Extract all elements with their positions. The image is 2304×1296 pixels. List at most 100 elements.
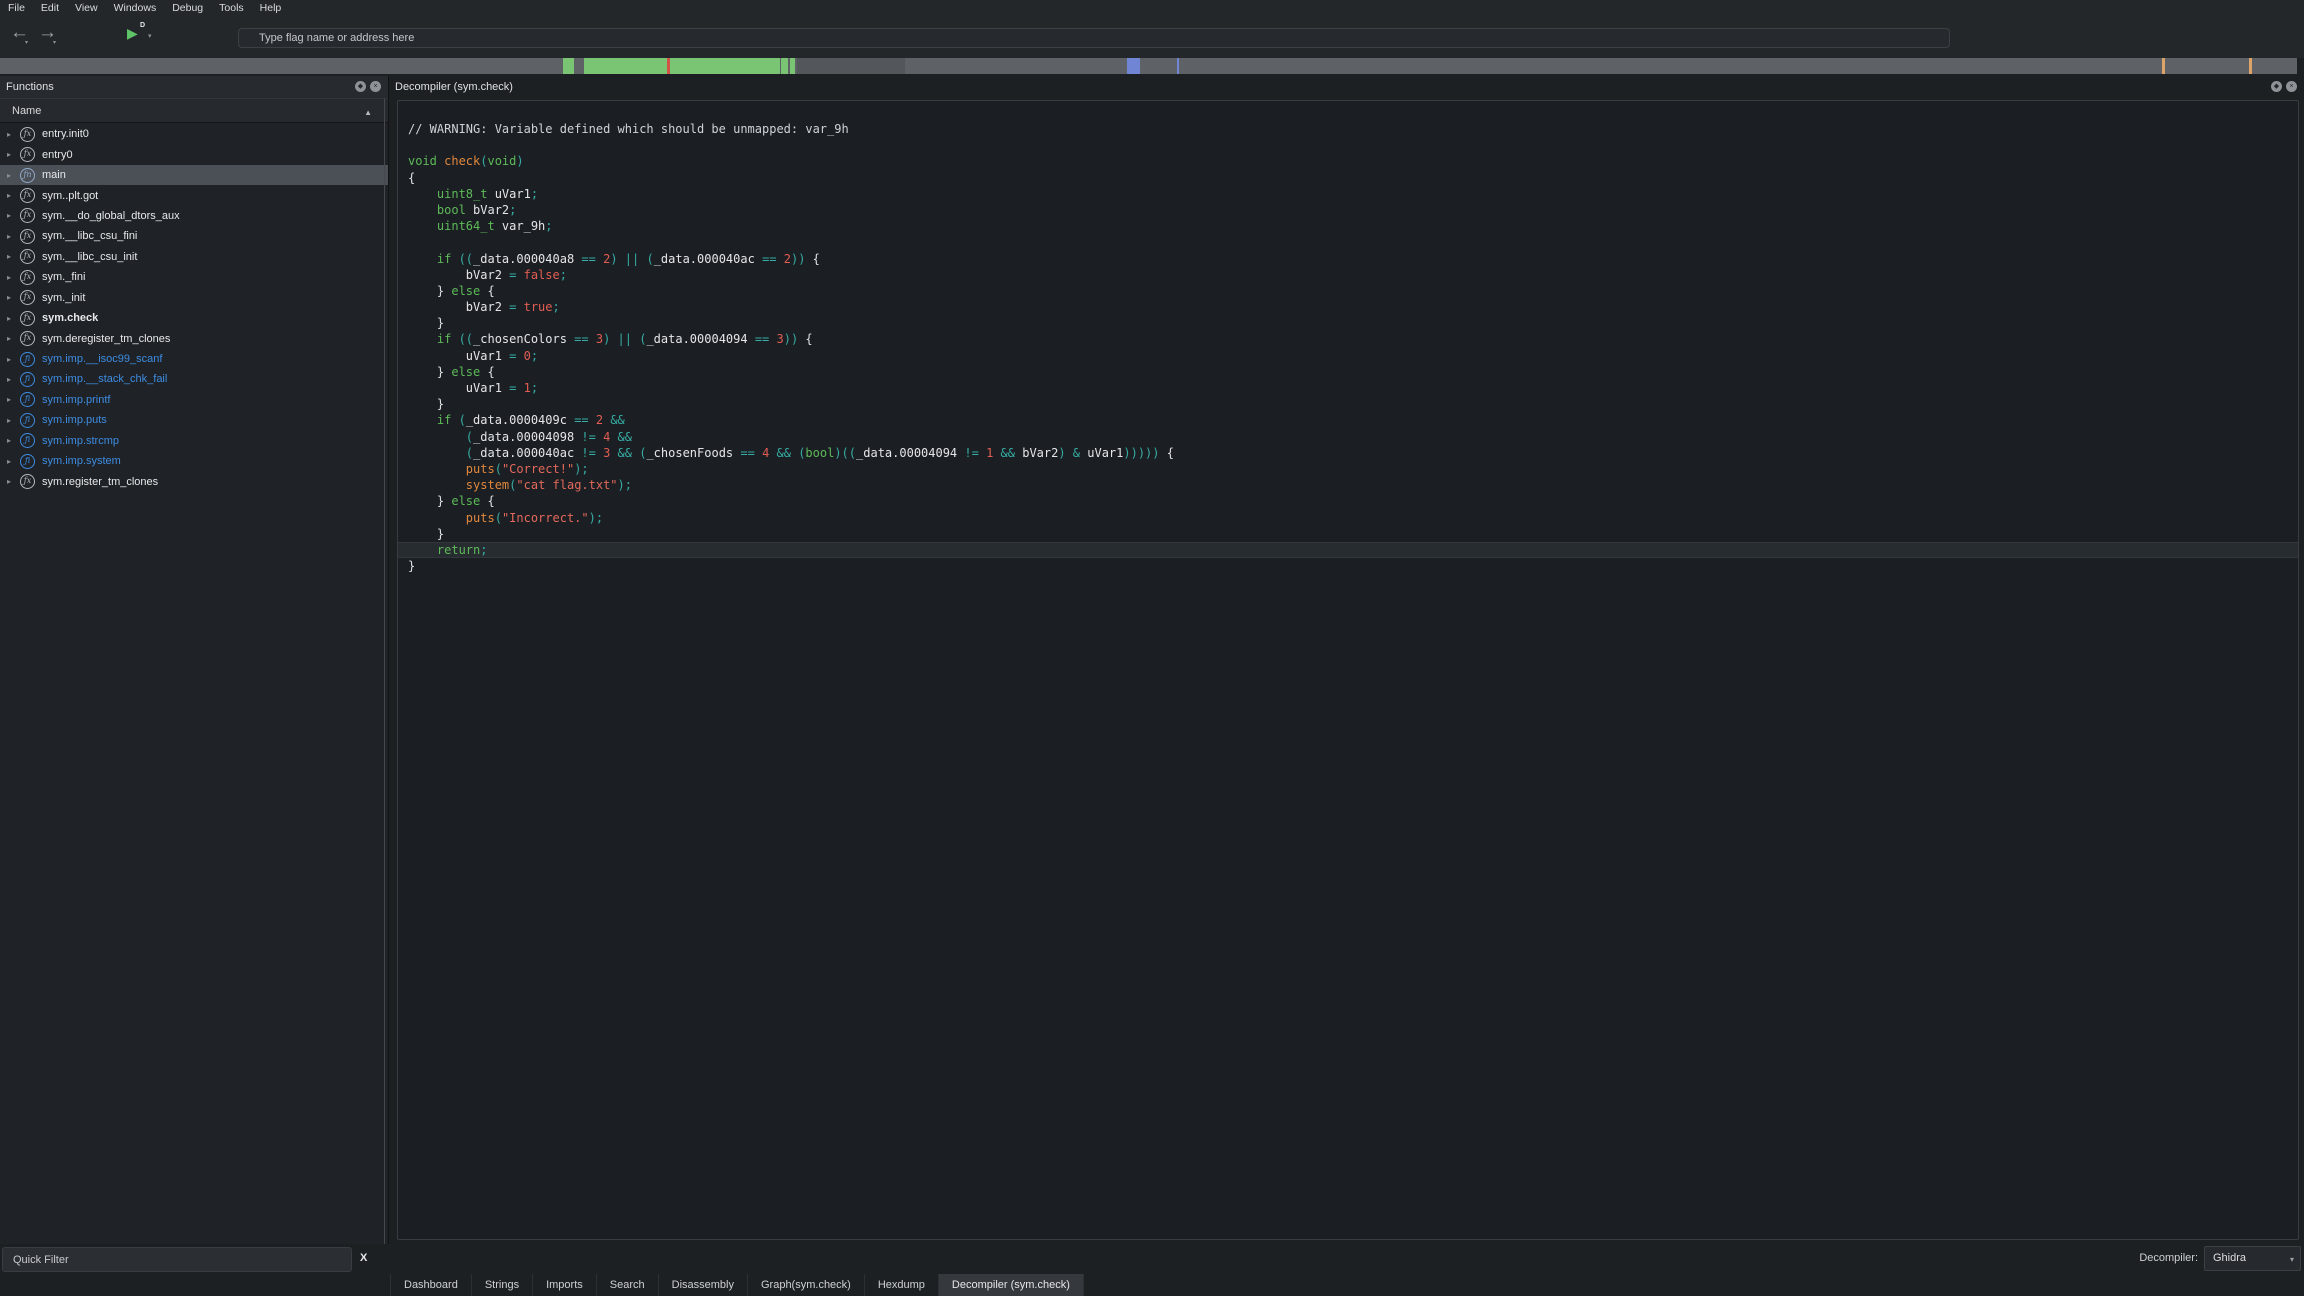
- expand-caret-icon[interactable]: ▸: [7, 395, 20, 404]
- code-token: bVar2: [473, 202, 510, 217]
- code-line[interactable]: } else {: [408, 283, 2296, 299]
- code-line[interactable]: if (_data.0000409c == 2 &&: [408, 412, 2296, 428]
- function-row[interactable]: ▸ ƒi sym.imp.strcmp: [0, 431, 388, 451]
- function-row[interactable]: ▸ ƒx sym._init: [0, 288, 388, 308]
- expand-caret-icon[interactable]: ▸: [7, 477, 20, 486]
- function-row[interactable]: ▸ ƒx sym.__do_global_dtors_aux: [0, 206, 388, 226]
- code-line[interactable]: void check(void): [408, 153, 2296, 169]
- function-row[interactable]: ▸ ƒi sym.imp.system: [0, 451, 388, 471]
- code-token: ) || (: [603, 332, 647, 347]
- menu-debug[interactable]: Debug: [164, 2, 211, 14]
- code-line[interactable]: uVar1 = 1;: [408, 380, 2296, 396]
- menu-tools[interactable]: Tools: [211, 2, 252, 14]
- code-line[interactable]: {: [408, 170, 2296, 186]
- code-line[interactable]: [408, 234, 2296, 250]
- expand-caret-icon[interactable]: ▸: [7, 252, 20, 261]
- function-row[interactable]: ▸ ƒx sym._fini: [0, 267, 388, 287]
- quick-filter-input[interactable]: [2, 1247, 352, 1272]
- expand-caret-icon[interactable]: ▸: [7, 211, 20, 220]
- tab-search[interactable]: Search: [597, 1274, 659, 1296]
- search-input[interactable]: [238, 28, 1950, 48]
- back-dropdown-caret-icon[interactable]: ▾: [25, 39, 28, 46]
- code-line[interactable]: if ((_data.000040a8 == 2) || (_data.0000…: [408, 251, 2296, 267]
- code-line[interactable]: }: [408, 396, 2296, 412]
- function-name: sym.deregister_tm_clones: [42, 332, 171, 345]
- code-line[interactable]: }: [408, 526, 2296, 542]
- expand-caret-icon[interactable]: ▸: [7, 375, 20, 384]
- code-line[interactable]: }: [408, 558, 2296, 574]
- expand-caret-icon[interactable]: ▸: [7, 355, 20, 364]
- code-line[interactable]: // WARNING: Variable defined which shoul…: [408, 121, 2296, 137]
- menu-help[interactable]: Help: [252, 2, 290, 14]
- function-row[interactable]: ▸ ƒx entry.init0: [0, 124, 388, 144]
- menu-edit[interactable]: Edit: [33, 2, 67, 14]
- expand-caret-icon[interactable]: ▸: [7, 191, 20, 200]
- minimap[interactable]: [0, 58, 2304, 74]
- menu-windows[interactable]: Windows: [106, 2, 165, 14]
- code-line[interactable]: uint8_t uVar1;: [408, 186, 2296, 202]
- code-line[interactable]: uint64_t var_9h;: [408, 218, 2296, 234]
- code-line[interactable]: (_data.00004098 != 4 &&: [408, 429, 2296, 445]
- expand-caret-icon[interactable]: ▸: [7, 130, 20, 139]
- function-row[interactable]: ▸ ƒx sym.register_tm_clones: [0, 471, 388, 491]
- undock-icon[interactable]: ◆: [2271, 81, 2282, 92]
- expand-caret-icon[interactable]: ▸: [7, 232, 20, 241]
- function-row[interactable]: ▸ ƒx sym.__libc_csu_init: [0, 247, 388, 267]
- function-row[interactable]: ▸ ƒi sym.imp.__stack_chk_fail: [0, 369, 388, 389]
- functions-panel: Functions ◆ × Name ▲ ▸ ƒx entry.init0 ▸ ƒx en…: [0, 76, 389, 1244]
- code-line[interactable]: if ((_chosenColors == 3) || (_data.00004…: [408, 331, 2296, 347]
- decompiler-engine-select[interactable]: Ghidra ▾: [2204, 1246, 2301, 1271]
- debug-dropdown-caret-icon[interactable]: ▾: [148, 32, 152, 40]
- expand-caret-icon[interactable]: ▸: [7, 334, 20, 343]
- expand-caret-icon[interactable]: ▸: [7, 416, 20, 425]
- quick-filter-clear-button[interactable]: X: [360, 1252, 367, 1264]
- tab-strings[interactable]: Strings: [472, 1274, 534, 1296]
- name-column-header[interactable]: Name ▲: [0, 98, 388, 123]
- code-line[interactable]: } else {: [408, 364, 2296, 380]
- close-icon[interactable]: ×: [370, 81, 381, 92]
- menu-file[interactable]: File: [0, 2, 33, 14]
- code-line[interactable]: [408, 137, 2296, 153]
- expand-caret-icon[interactable]: ▸: [7, 150, 20, 159]
- function-row[interactable]: ▸ ƒi sym.imp.__isoc99_scanf: [0, 349, 388, 369]
- function-icon: ƒi: [20, 371, 35, 387]
- expand-caret-icon[interactable]: ▸: [7, 457, 20, 466]
- tab-hexdump[interactable]: Hexdump: [865, 1274, 939, 1296]
- code-line[interactable]: uVar1 = 0;: [408, 348, 2296, 364]
- tab-disassembly[interactable]: Disassembly: [659, 1274, 748, 1296]
- menu-view[interactable]: View: [67, 2, 106, 14]
- function-row[interactable]: ▸ ƒi sym.imp.puts: [0, 410, 388, 430]
- function-row[interactable]: ▸ ƒx entry0: [0, 144, 388, 164]
- code-line[interactable]: bVar2 = true;: [408, 299, 2296, 315]
- code-line[interactable]: } else {: [408, 493, 2296, 509]
- undock-icon[interactable]: ◆: [355, 81, 366, 92]
- code-line[interactable]: system("cat flag.txt");: [408, 477, 2296, 493]
- expand-caret-icon[interactable]: ▸: [7, 293, 20, 302]
- code-line[interactable]: (_data.000040ac != 3 && (_chosenFoods ==…: [408, 445, 2296, 461]
- function-row[interactable]: ▸ ƒx sym.deregister_tm_clones: [0, 328, 388, 348]
- expand-caret-icon[interactable]: ▸: [7, 273, 20, 282]
- code-line[interactable]: bool bVar2;: [408, 202, 2296, 218]
- expand-caret-icon[interactable]: ▸: [7, 171, 20, 180]
- close-icon[interactable]: ×: [2286, 81, 2297, 92]
- function-row[interactable]: ▸ ƒx sym.check: [0, 308, 388, 328]
- code-token: puts: [465, 461, 495, 476]
- code-line[interactable]: puts("Incorrect.");: [408, 510, 2296, 526]
- expand-caret-icon[interactable]: ▸: [7, 436, 20, 445]
- code-line[interactable]: puts("Correct!");: [408, 461, 2296, 477]
- tab-dashboard[interactable]: Dashboard: [390, 1274, 472, 1296]
- code-line[interactable]: }: [408, 315, 2296, 331]
- tab-decompiler-sym-check[interactable]: Decompiler (sym.check): [938, 1274, 1084, 1296]
- function-row[interactable]: ▸ ƒi sym.imp.printf: [0, 390, 388, 410]
- function-row[interactable]: ▸ ƒn main: [0, 164, 388, 186]
- expand-caret-icon[interactable]: ▸: [7, 314, 20, 323]
- code-line[interactable]: bVar2 = false;: [408, 267, 2296, 283]
- function-row[interactable]: ▸ ƒx sym.__libc_csu_fini: [0, 226, 388, 246]
- tab-graph-sym-check[interactable]: Graph(sym.check): [748, 1274, 865, 1296]
- code-line[interactable]: return;: [398, 541, 2298, 559]
- function-row[interactable]: ▸ ƒx sym..plt.got: [0, 185, 388, 205]
- forward-dropdown-caret-icon[interactable]: ▾: [53, 39, 56, 46]
- debug-start-icon[interactable]: ▶: [127, 25, 138, 41]
- tab-imports[interactable]: Imports: [533, 1274, 597, 1296]
- function-list-scrollbar[interactable]: [384, 99, 385, 1244]
